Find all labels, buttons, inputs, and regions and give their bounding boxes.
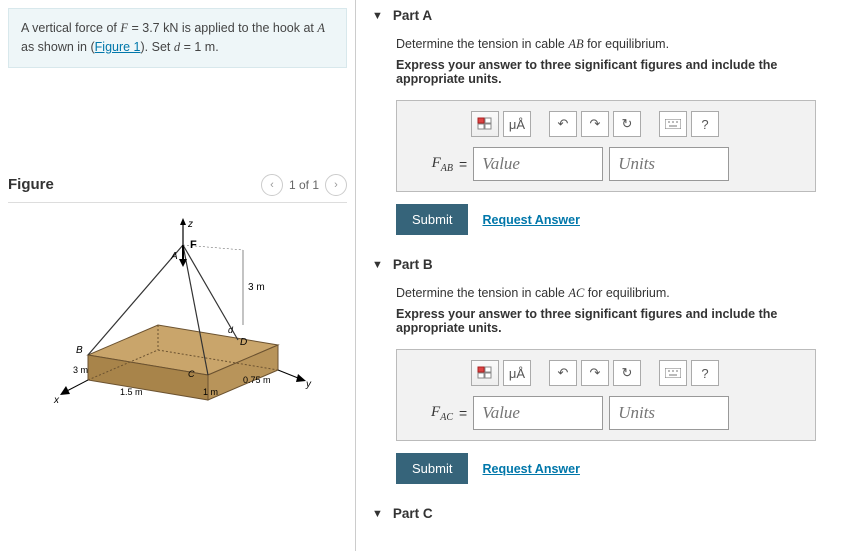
d-val: = 1 m. — [180, 40, 219, 54]
part-a-answer-box: μÅ ↶ ↷ ↻ ? FAB = — [396, 100, 816, 192]
reset-button[interactable]: ↻ — [613, 111, 641, 137]
label-y: y — [305, 379, 312, 390]
equals-sign: = — [459, 156, 467, 172]
reset-button[interactable]: ↻ — [613, 360, 641, 386]
label-3m-h: 3 m — [73, 365, 88, 375]
force-val: = 3.7 kN — [128, 21, 178, 35]
figure-link[interactable]: Figure 1 — [95, 40, 141, 54]
part-b-answer-box: μÅ ↶ ↷ ↻ ? FAC = — [396, 349, 816, 441]
problem-text: A vertical force of — [21, 21, 120, 35]
problem-mid: is applied to the hook at — [178, 21, 317, 35]
part-a-header[interactable]: ▼ Part A — [372, 8, 833, 23]
part-b-var: FAC — [411, 404, 453, 423]
part-c-header[interactable]: ▼ Part C — [372, 506, 833, 521]
part-c-title: Part C — [393, 506, 433, 521]
part-a-instr2: for equilibrium. — [584, 37, 669, 51]
figure-diagram: z F A B C D d 3 m 3 m 1.5 m 1 m 0.75 m y… — [28, 215, 328, 405]
caret-down-icon: ▼ — [372, 508, 383, 520]
label-D: D — [240, 337, 247, 348]
part-b-value-input[interactable] — [473, 396, 603, 430]
label-075m: 0.75 m — [243, 375, 271, 385]
figure-prev-button[interactable]: ‹ — [261, 174, 283, 196]
caret-down-icon: ▼ — [372, 10, 383, 22]
part-b-submit-button[interactable]: Submit — [396, 453, 468, 484]
problem-statement: A vertical force of F = 3.7 kN is applie… — [8, 8, 347, 68]
symbols-button[interactable]: μÅ — [503, 111, 531, 137]
part-b-header[interactable]: ▼ Part B — [372, 257, 833, 272]
label-15m: 1.5 m — [120, 387, 143, 397]
redo-button[interactable]: ↷ — [581, 111, 609, 137]
point-a: A — [317, 21, 325, 35]
keyboard-button[interactable] — [659, 111, 687, 137]
caret-down-icon: ▼ — [372, 259, 383, 271]
problem-post1: as shown in ( — [21, 40, 95, 54]
part-a-value-input[interactable] — [473, 147, 603, 181]
part-b-instr: Determine the tension in cable — [396, 286, 568, 300]
template-button[interactable] — [471, 111, 499, 137]
part-c: ▼ Part C — [372, 506, 833, 521]
keyboard-button[interactable] — [659, 360, 687, 386]
part-b-units-input[interactable] — [609, 396, 729, 430]
label-F: F — [190, 239, 197, 251]
part-b-instr2: for equilibrium. — [584, 286, 669, 300]
template-button[interactable] — [471, 360, 499, 386]
part-a-instr: Determine the tension in cable — [396, 37, 568, 51]
part-a-submit-button[interactable]: Submit — [396, 204, 468, 235]
label-d: d — [228, 325, 234, 335]
part-a-request-answer-link[interactable]: Request Answer — [482, 213, 579, 227]
part-b-request-answer-link[interactable]: Request Answer — [482, 462, 579, 476]
label-A: A — [170, 251, 178, 262]
undo-button[interactable]: ↶ — [549, 360, 577, 386]
redo-button[interactable]: ↷ — [581, 360, 609, 386]
figure-counter: 1 of 1 — [289, 178, 319, 192]
part-a: ▼ Part A Determine the tension in cable … — [372, 8, 833, 235]
label-z: z — [187, 219, 193, 230]
help-button[interactable]: ? — [691, 111, 719, 137]
figure-next-button[interactable]: › — [325, 174, 347, 196]
label-3m-v: 3 m — [248, 282, 265, 293]
figure-title: Figure — [8, 176, 54, 193]
part-b-express: Express your answer to three significant… — [396, 307, 833, 335]
problem-post2: ). Set — [141, 40, 174, 54]
part-b: ▼ Part B Determine the tension in cable … — [372, 257, 833, 484]
part-b-title: Part B — [393, 257, 433, 272]
part-a-cable: AB — [568, 37, 583, 51]
equals-sign: = — [459, 405, 467, 421]
part-b-cable: AC — [568, 286, 584, 300]
part-a-express: Express your answer to three significant… — [396, 58, 833, 86]
part-a-units-input[interactable] — [609, 147, 729, 181]
symbols-button[interactable]: μÅ — [503, 360, 531, 386]
label-x: x — [53, 395, 60, 405]
figure-section: Figure ‹ 1 of 1 › — [8, 168, 347, 405]
part-a-var: FAB — [411, 155, 453, 174]
part-a-title: Part A — [393, 8, 432, 23]
label-1m: 1 m — [203, 387, 218, 397]
help-button[interactable]: ? — [691, 360, 719, 386]
force-var: F — [120, 21, 128, 35]
undo-button[interactable]: ↶ — [549, 111, 577, 137]
label-C: C — [188, 369, 195, 379]
label-B: B — [76, 345, 83, 356]
